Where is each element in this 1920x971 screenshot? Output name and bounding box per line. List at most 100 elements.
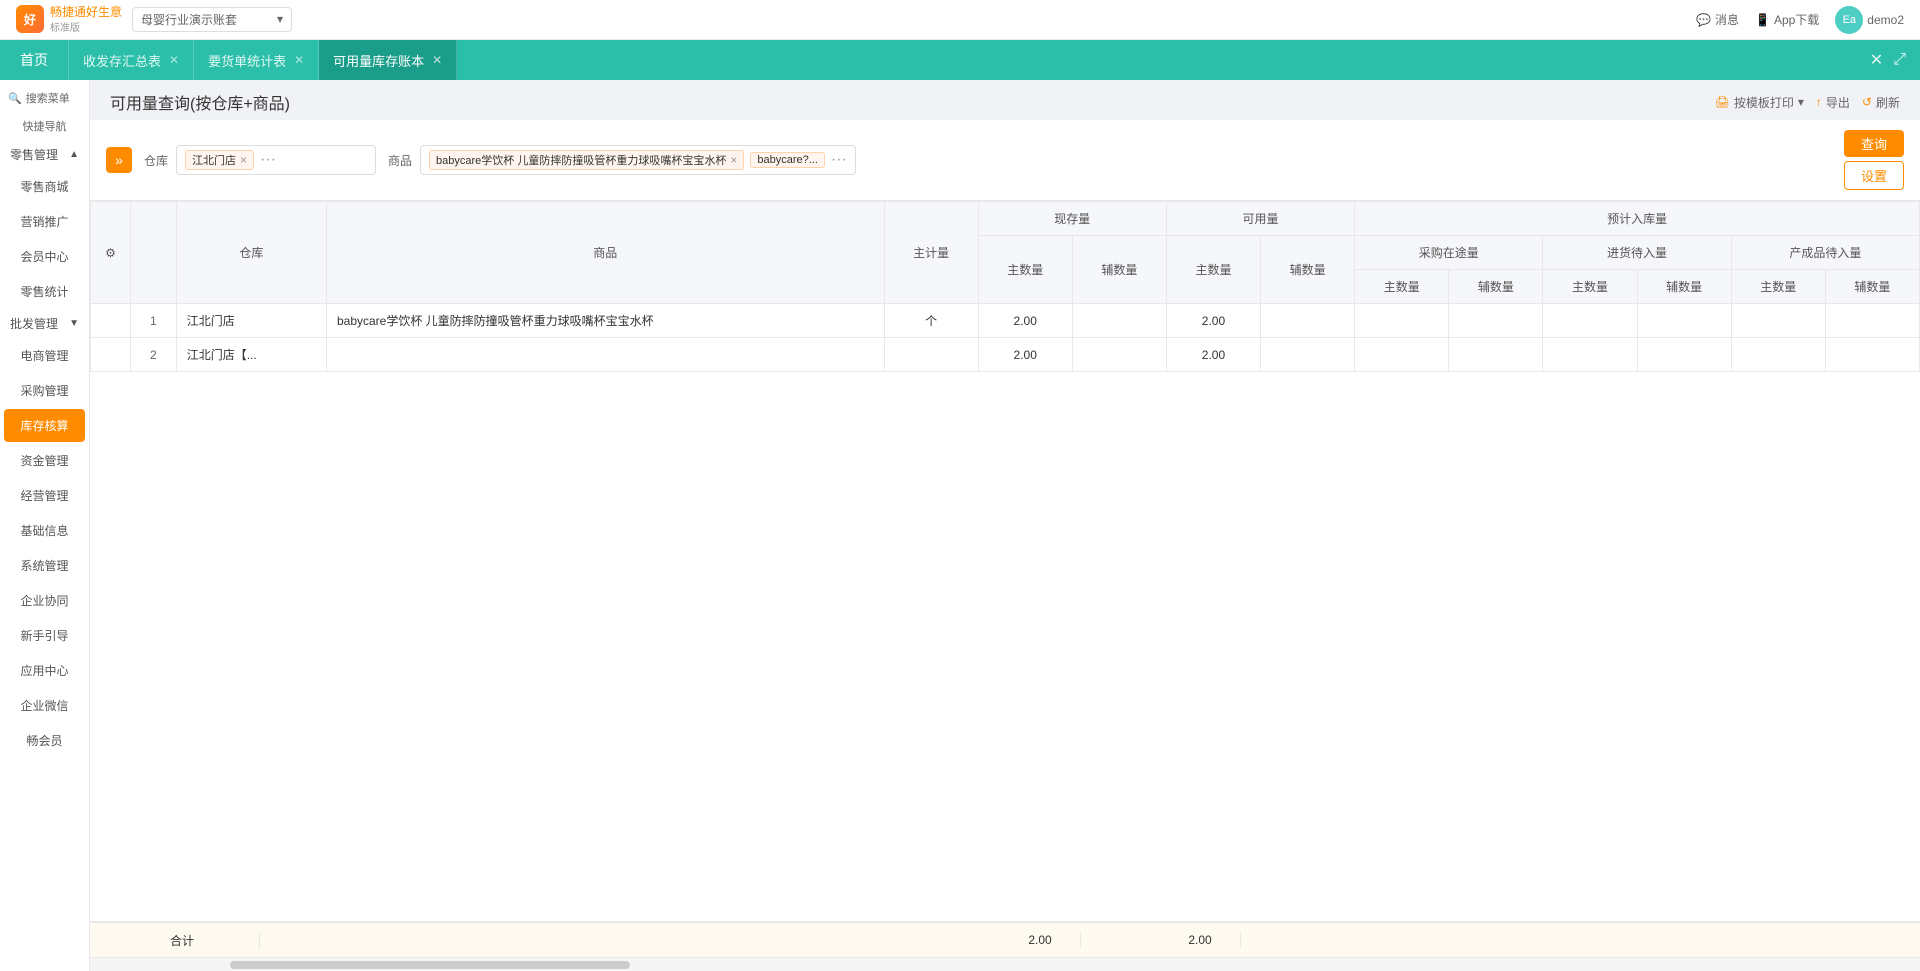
tab-home[interactable]: 首页 (0, 40, 69, 80)
export-btn[interactable]: ↑ 导出 (1816, 94, 1850, 111)
table-row: 1 江北门店 babycare学饮杯 儿童防摔防撞吸管杯重力球吸嘴杯宝宝水杯 个… (91, 304, 1920, 338)
sidebar-item-inventory-check-label: 库存核算 (20, 417, 68, 434)
top-bar: 好 畅捷通好生意 标准版 母婴行业演示账套 ▾ 💬 消息 📱 App下载 Ea … (0, 0, 1920, 40)
footer-total-label: 合计 (160, 932, 260, 949)
print-dropdown-icon: ▾ (1798, 95, 1804, 109)
message-btn[interactable]: 💬 消息 (1696, 11, 1739, 28)
sidebar-search[interactable]: 🔍 搜索菜单 (0, 84, 89, 112)
logo-icon: 好 (16, 5, 44, 33)
sidebar-item-vip-member[interactable]: 畅会员 (4, 724, 85, 757)
row2-purchase-aux (1449, 338, 1543, 372)
top-bar-right: 💬 消息 📱 App下载 Ea demo2 (1696, 6, 1904, 34)
tab-window-close[interactable]: ✕ (1870, 50, 1883, 70)
org-selector[interactable]: 母婴行业演示账套 ▾ (132, 7, 292, 32)
product-filter-input[interactable]: babycare学饮杯 儿童防摔防撞吸管杯重力球吸嘴杯宝宝水杯 × babyca… (420, 145, 856, 175)
th-stock-group: 现存量 (978, 202, 1166, 236)
avatar: Ea (1835, 6, 1863, 34)
th-purchase-transit: 采购在途量 (1355, 236, 1543, 270)
app-icon: 📱 (1755, 13, 1770, 27)
th-unit: 主计量 (884, 202, 978, 304)
sidebar-item-member-center-label: 会员中心 (20, 248, 68, 265)
row2-avail-aux (1261, 338, 1355, 372)
sidebar-item-system-mgmt[interactable]: 系统管理 (4, 549, 85, 582)
print-label: 按模板打印 (1734, 94, 1794, 111)
sidebar-item-retail-mall-label: 零售商城 (20, 178, 68, 195)
filter-toggle-btn[interactable]: » (106, 147, 132, 173)
sidebar-item-retail-stats-label: 零售统计 (20, 283, 68, 300)
sidebar-item-app-center[interactable]: 应用中心 (4, 654, 85, 687)
sidebar-nav-label[interactable]: 快捷导航 (0, 114, 89, 138)
warehouse-tag: 江北门店 × (185, 150, 254, 170)
app-download-btn[interactable]: 📱 App下载 (1755, 11, 1819, 28)
row2-stock-main: 2.00 (978, 338, 1072, 372)
sidebar-item-ecommerce-mgmt-label: 电商管理 (20, 347, 68, 364)
footer-stock-main: 2.00 (1001, 933, 1081, 947)
tab-order-stats-label: 要货单统计表 (208, 51, 286, 70)
tab-window-maximize[interactable]: ⤢ (1893, 51, 1906, 69)
sidebar-item-wholesale-mgmt[interactable]: 批发管理 ▼ (0, 309, 89, 338)
sidebar-item-finance-mgmt[interactable]: 资金管理 (4, 444, 85, 477)
product-tag-2-value: babycare?... (757, 154, 818, 166)
settings-button[interactable]: 设置 (1844, 161, 1904, 190)
sidebar-item-member-center[interactable]: 会员中心 (4, 240, 85, 273)
th-inbound-aux: 辅数量 (1637, 270, 1731, 304)
sidebar-item-marketing[interactable]: 营销推广 (4, 205, 85, 238)
page-header: 可用量查询(按仓库+商品) 🖨 按模板打印 ▾ ↑ 导出 ↺ 刷新 (90, 80, 1920, 120)
product-filter-label: 商品 (388, 152, 412, 169)
sidebar-item-retail-stats[interactable]: 零售统计 (4, 275, 85, 308)
warehouse-tag-close[interactable]: × (240, 153, 247, 167)
row1-purchase-aux (1449, 304, 1543, 338)
app-download-label: App下载 (1774, 11, 1819, 28)
sidebar-item-enterprise-collab[interactable]: 企业协同 (4, 584, 85, 617)
tab-receivable-close[interactable]: ✕ (169, 53, 179, 67)
sidebar-search-label: 搜索菜单 (26, 90, 70, 106)
row1-purchase-main (1355, 304, 1449, 338)
row2-inbound-main (1543, 338, 1637, 372)
refresh-label: 刷新 (1876, 94, 1900, 111)
th-avail-main: 主数量 (1166, 236, 1260, 304)
sidebar-item-retail-mall[interactable]: 零售商城 (4, 170, 85, 203)
warehouse-filter-input[interactable]: 江北门店 × ··· (176, 145, 376, 175)
sidebar-item-enterprise-wechat[interactable]: 企业微信 (4, 689, 85, 722)
th-purchase-aux: 辅数量 (1449, 270, 1543, 304)
user-area[interactable]: Ea demo2 (1835, 6, 1904, 34)
th-settings[interactable]: ⚙ (91, 202, 131, 304)
sidebar-item-purchase-mgmt[interactable]: 采购管理 (4, 374, 85, 407)
sidebar-item-app-center-label: 应用中心 (20, 662, 68, 679)
product-tag-1-close[interactable]: × (730, 153, 737, 167)
tab-receivable[interactable]: 收发存汇总表 ✕ (69, 40, 194, 80)
sidebar-item-retail-mgmt[interactable]: 零售管理 ▲ (0, 140, 89, 169)
row2-settings (91, 338, 131, 372)
sidebar-item-ecommerce-mgmt[interactable]: 电商管理 (4, 339, 85, 372)
page-title: 可用量查询(按仓库+商品) (110, 90, 290, 114)
row1-avail-main: 2.00 (1166, 304, 1260, 338)
warehouse-more-icon[interactable]: ··· (260, 151, 276, 169)
tab-available-stock[interactable]: 可用量库存账本 ✕ (319, 40, 457, 80)
horizontal-scrollbar[interactable] (90, 957, 1920, 971)
row1-inbound-main (1543, 304, 1637, 338)
tab-available-stock-close[interactable]: ✕ (432, 53, 442, 67)
row1-warehouse: 江北门店 (176, 304, 326, 338)
print-icon: 🖨 (1715, 95, 1730, 109)
row1-stock-aux (1072, 304, 1166, 338)
page-actions: 🖨 按模板打印 ▾ ↑ 导出 ↺ 刷新 (1715, 94, 1900, 111)
product-more-icon[interactable]: ··· (831, 151, 847, 169)
scrollbar-thumb[interactable] (230, 961, 630, 969)
sidebar-item-inventory-check[interactable]: 库存核算 (4, 409, 85, 442)
sidebar-item-basic-info[interactable]: 基础信息 (4, 514, 85, 547)
row1-index: 1 (131, 304, 177, 338)
sidebar-item-purchase-mgmt-label: 采购管理 (20, 382, 68, 399)
sidebar-item-wholesale-mgmt-label: 批发管理 (10, 315, 58, 332)
filter-actions: 查询 设置 (1844, 130, 1904, 190)
print-btn[interactable]: 🖨 按模板打印 ▾ (1715, 94, 1804, 111)
query-button[interactable]: 查询 (1844, 130, 1904, 157)
th-available-group: 可用量 (1166, 202, 1354, 236)
tab-order-stats-close[interactable]: ✕ (294, 53, 304, 67)
sidebar-item-retail-mgmt-label: 零售管理 (10, 146, 58, 163)
th-planned-group: 预计入库量 (1355, 202, 1920, 236)
sidebar: 🔍 搜索菜单 快捷导航 零售管理 ▲ 零售商城 营销推广 会员中心 零售统计 批… (0, 80, 90, 971)
tab-order-stats[interactable]: 要货单统计表 ✕ (194, 40, 319, 80)
refresh-btn[interactable]: ↺ 刷新 (1862, 94, 1900, 111)
sidebar-item-operations-mgmt[interactable]: 经营管理 (4, 479, 85, 512)
sidebar-item-new-guide[interactable]: 新手引导 (4, 619, 85, 652)
